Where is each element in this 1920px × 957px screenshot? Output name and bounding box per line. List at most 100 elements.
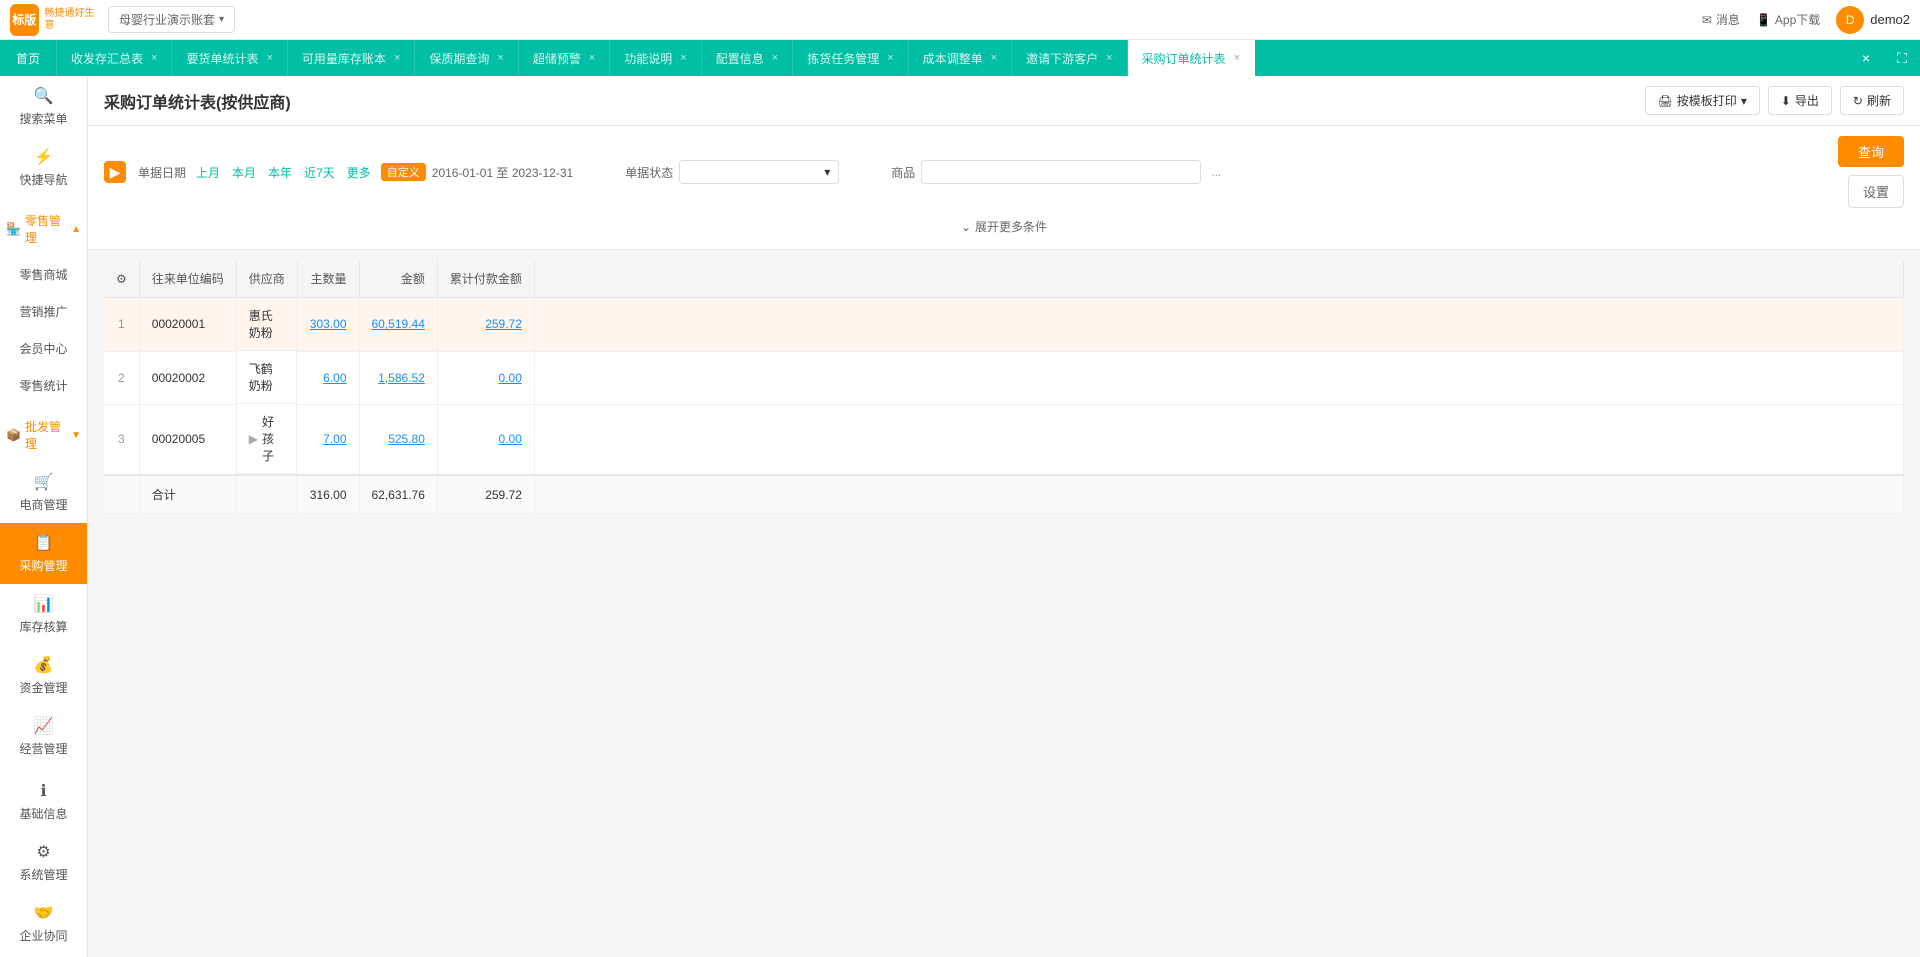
query-button[interactable]: 查询 xyxy=(1838,136,1904,167)
cell-supplier: 飞鹤奶粉 xyxy=(237,351,298,404)
tab-peizhi[interactable]: 配置信息 × xyxy=(702,40,793,76)
goods-filter-label: 商品 xyxy=(891,164,915,181)
tab-close-icon[interactable]: × xyxy=(497,52,503,64)
tab-home[interactable]: 首页 xyxy=(0,40,57,76)
table-row: 2 00020002 飞鹤奶粉 6.00 1,586.52 0.00 xyxy=(104,351,1904,404)
tab-baozhi[interactable]: 保质期查询 × xyxy=(415,40,518,76)
col-supplier: 供应商 xyxy=(236,260,297,298)
gear-settings-icon[interactable]: ⚙ xyxy=(116,272,127,286)
page-header: 采购订单统计表(按供应商) 🖨 按模板打印 ▾ ⬇ 导出 ↻ 刷新 xyxy=(88,76,1920,126)
this-year-shortcut[interactable]: 本年 xyxy=(264,162,296,183)
system-icon: ⚙ xyxy=(36,842,50,862)
tab-close-icon[interactable]: × xyxy=(589,52,595,64)
tab-maximize-button[interactable]: ⛶ xyxy=(1884,40,1920,76)
sidebar-item-members[interactable]: 会员中心 xyxy=(0,330,87,367)
this-month-shortcut[interactable]: 本月 xyxy=(228,162,260,183)
tab-gongneng[interactable]: 功能说明 × xyxy=(610,40,701,76)
tab-shoufahu[interactable]: 收发存汇总表 × xyxy=(57,40,172,76)
cell-amount: 1,586.52 xyxy=(359,351,437,404)
tab-close-icon[interactable]: × xyxy=(151,52,157,64)
export-button[interactable]: ⬇ 导出 xyxy=(1768,86,1832,115)
sidebar-item-retail-shop[interactable]: 零售商城 xyxy=(0,256,87,293)
tab-keyong[interactable]: 可用量库存账本 × xyxy=(288,40,415,76)
ecommerce-icon: 🛒 xyxy=(34,472,54,492)
logo-area: 标版 畅捷通好生意 xyxy=(10,4,98,36)
filter-toggle-button[interactable]: ▶ xyxy=(104,161,126,183)
col-paid: 累计付款金额 xyxy=(437,260,534,298)
user-area[interactable]: D demo2 xyxy=(1836,6,1910,34)
tab-close-icon[interactable]: × xyxy=(772,52,778,64)
footer-paid: 259.72 xyxy=(437,475,534,514)
sidebar-item-search[interactable]: 🔍 搜索菜单 xyxy=(0,76,87,137)
tab-chengben[interactable]: 成本调整单 × xyxy=(909,40,1012,76)
more-options-button[interactable]: ... xyxy=(1207,163,1225,181)
tab-yaoqing[interactable]: 邀请下游客户 × xyxy=(1012,40,1127,76)
tab-close-icon[interactable]: × xyxy=(991,52,997,64)
last-7days-shortcut[interactable]: 近7天 xyxy=(300,162,339,183)
date-range-value: 2016-01-01 至 2023-12-31 xyxy=(432,164,573,181)
sidebar-item-retail-stat[interactable]: 零售统计 xyxy=(0,367,87,404)
sidebar-item-finance[interactable]: 💰 资金管理 xyxy=(0,645,87,706)
tab-close-icon[interactable]: × xyxy=(394,52,400,64)
message-icon: ✉ xyxy=(1702,13,1712,27)
basic-icon: ℹ xyxy=(40,781,46,801)
tab-close-icon[interactable]: × xyxy=(887,52,893,64)
cell-index: 3 xyxy=(104,404,139,475)
cell-supplier: ▶ 好孩子 xyxy=(237,404,298,474)
sidebar-item-ecommerce[interactable]: 🛒 电商管理 xyxy=(0,462,87,523)
table-row: 3 00020005 ▶ 好孩子 7.00 525.80 0.00 xyxy=(104,404,1904,475)
message-button[interactable]: ✉ 消息 xyxy=(1702,11,1740,28)
goods-input[interactable] xyxy=(921,160,1201,184)
logo-icon: 标版 xyxy=(10,4,39,36)
user-name[interactable]: demo2 xyxy=(1870,12,1910,27)
app-download-button[interactable]: 📱 App下载 xyxy=(1756,11,1820,28)
sidebar-item-purchase[interactable]: 📋 采购管理 xyxy=(0,523,87,584)
expand-arrow-icon[interactable]: ▶ xyxy=(249,432,258,446)
sidebar-item-operations[interactable]: 📈 经营管理 xyxy=(0,706,87,767)
refresh-button[interactable]: ↻ 刷新 xyxy=(1840,86,1904,115)
footer-empty-2 xyxy=(236,475,297,514)
sidebar-item-marketing[interactable]: 营销推广 xyxy=(0,293,87,330)
col-amount: 金额 xyxy=(359,260,437,298)
sidebar-item-basic[interactable]: ℹ 基础信息 xyxy=(0,771,87,832)
cell-code: 00020002 xyxy=(139,351,236,404)
tab-chaochu[interactable]: 超储预警 × xyxy=(519,40,610,76)
custom-date-tag[interactable]: 自定义 xyxy=(381,163,426,181)
expand-conditions-button[interactable]: ⌄ 展开更多条件 xyxy=(957,214,1051,239)
workspace-selector[interactable]: 母婴行业演示账套 ▾ xyxy=(108,6,235,33)
tab-close-all-button[interactable]: × xyxy=(1848,40,1884,76)
filter-bar: ▶ 单据日期 上月 本月 本年 近7天 更多 自定义 2016-01-01 至 … xyxy=(88,126,1920,250)
more-date-shortcut[interactable]: 更多 xyxy=(343,162,375,183)
col-gear: ⚙ xyxy=(104,260,139,298)
filter-status-item: 单据状态 ▾ xyxy=(625,160,839,184)
tab-close-icon[interactable]: × xyxy=(680,52,686,64)
tab-close-icon[interactable]: × xyxy=(1234,52,1240,64)
chevron-up-icon: ▲ xyxy=(71,224,81,235)
table-footer-row: 合计 316.00 62,631.76 259.72 xyxy=(104,475,1904,514)
data-table: ⚙ 往来单位编码 供应商 主数量 金额 累计付款金额 1 00020001 惠氏… xyxy=(104,260,1904,514)
col-code: 往来单位编码 xyxy=(139,260,236,298)
cell-index: 2 xyxy=(104,351,139,404)
status-select[interactable]: ▾ xyxy=(679,160,839,184)
cell-empty xyxy=(534,298,1903,352)
sidebar-item-quicknav[interactable]: ⚡ 快捷导航 xyxy=(0,137,87,198)
sidebar-item-system[interactable]: ⚙ 系统管理 xyxy=(0,832,87,893)
sidebar-item-inventory[interactable]: 📊 库存核算 xyxy=(0,584,87,645)
tab-pihuo[interactable]: 拣货任务管理 × xyxy=(793,40,908,76)
cell-empty xyxy=(534,351,1903,404)
sidebar-item-retail[interactable]: 🏪 零售管理 ▲ xyxy=(0,202,87,256)
tab-close-icon[interactable]: × xyxy=(266,52,272,64)
setting-button[interactable]: 设置 xyxy=(1848,175,1904,208)
app-icon: 📱 xyxy=(1756,13,1771,27)
tab-yaohuo[interactable]: 要货单统计表 × xyxy=(172,40,287,76)
sidebar-item-enterprise[interactable]: 🤝 企业协同 xyxy=(0,893,87,954)
last-month-shortcut[interactable]: 上月 xyxy=(192,162,224,183)
tab-close-icon[interactable]: × xyxy=(1106,52,1112,64)
retail-icon: 🏪 xyxy=(6,222,21,236)
sidebar-item-wholesale[interactable]: 📦 批发管理 ▼ xyxy=(0,408,87,462)
date-filter-label: 单据日期 xyxy=(138,164,186,181)
tab-caigou-active[interactable]: 采购订单统计表 × xyxy=(1128,40,1255,76)
print-button[interactable]: 🖨 按模板打印 ▾ xyxy=(1645,86,1760,115)
footer-amount: 62,631.76 xyxy=(359,475,437,514)
status-filter-label: 单据状态 xyxy=(625,164,673,181)
